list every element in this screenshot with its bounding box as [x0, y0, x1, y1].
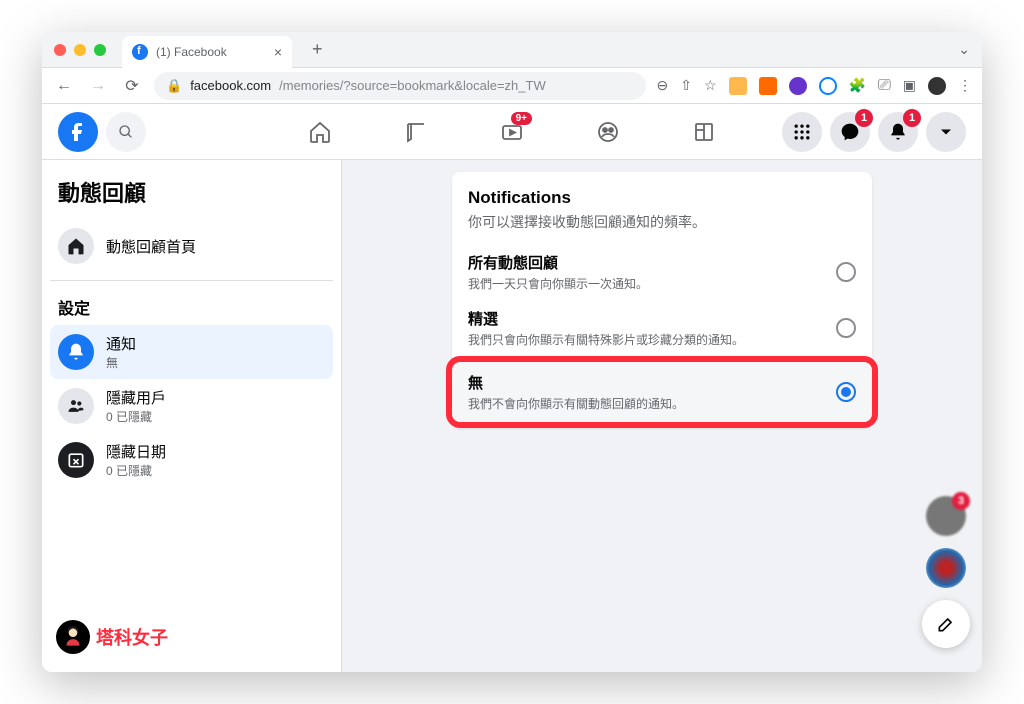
- option-desc: 我們不會向你顯示有關動態回顧的通知。: [468, 395, 824, 412]
- extension-icon[interactable]: [729, 77, 747, 95]
- star-icon[interactable]: ☆: [704, 77, 717, 94]
- fb-logo[interactable]: [58, 112, 98, 152]
- sidebar-title: 動態回顧: [50, 172, 333, 220]
- people-icon: [58, 388, 94, 424]
- calendar-x-icon: [58, 442, 94, 478]
- radio-indicator: [836, 318, 856, 338]
- badge: 1: [855, 109, 873, 127]
- extension-icon[interactable]: [819, 77, 837, 95]
- toolbar-icons: ⊖ ⇧ ☆ 🧩 ⎚ ▣ ⋮: [656, 77, 972, 95]
- option-title: 精選: [468, 308, 824, 329]
- content: 動態回顧 動態回顧首頁 設定 通知 無: [42, 160, 982, 672]
- watermark: 塔科女子: [56, 620, 168, 654]
- sidebar-item-label: 隱藏日期: [106, 441, 166, 462]
- sidebar-item-sublabel: 0 已隱藏: [106, 462, 166, 479]
- chat-head[interactable]: 3: [926, 496, 966, 536]
- close-window[interactable]: [54, 44, 66, 56]
- cast-icon[interactable]: ⎚: [878, 77, 891, 95]
- sidebar-item-label: 隱藏用戶: [106, 387, 166, 408]
- chat-head[interactable]: [926, 548, 966, 588]
- option-highlights[interactable]: 精選 我們只會向你顯示有關特殊影片或珍藏分類的通知。: [452, 300, 872, 356]
- maximize-window[interactable]: [94, 44, 106, 56]
- url-domain: facebook.com: [190, 78, 271, 93]
- tab-title: (1) Facebook: [156, 45, 227, 59]
- badge: 1: [903, 109, 921, 127]
- sidebar-item-sublabel: 無: [106, 354, 136, 371]
- nav-groups[interactable]: [564, 108, 652, 156]
- chat-dock: 3: [922, 496, 970, 648]
- tab-close-icon[interactable]: ×: [274, 44, 282, 60]
- fb-header: 9+ 1 1: [42, 104, 982, 160]
- watermark-text: 塔科女子: [96, 624, 168, 650]
- messenger-button[interactable]: 1: [830, 112, 870, 152]
- lock-icon: 🔒: [166, 78, 182, 94]
- sidebar-item-home[interactable]: 動態回顧首頁: [50, 220, 333, 272]
- notifications-button[interactable]: 1: [878, 112, 918, 152]
- share-icon[interactable]: ⇧: [680, 77, 692, 94]
- option-title: 無: [468, 372, 824, 393]
- new-message-button[interactable]: [922, 600, 970, 648]
- option-title: 所有動態回顧: [468, 252, 824, 273]
- chevron-down-icon[interactable]: ⌄: [958, 41, 970, 58]
- sidebar-item-sublabel: 0 已隱藏: [106, 408, 166, 425]
- nav-home[interactable]: [276, 108, 364, 156]
- notifications-panel: Notifications 你可以選擇接收動態回顧通知的頻率。 所有動態回顧 我…: [452, 172, 872, 428]
- panel-icon[interactable]: ▣: [903, 77, 916, 94]
- watermark-avatar: [56, 620, 90, 654]
- sidebar-item-hidden-people[interactable]: 隱藏用戶 0 已隱藏: [50, 379, 333, 433]
- bell-icon: [58, 334, 94, 370]
- favicon-icon: [132, 44, 148, 60]
- badge: 9+: [511, 112, 532, 125]
- badge: 3: [952, 492, 970, 510]
- account-button[interactable]: [926, 112, 966, 152]
- home-icon: [58, 228, 94, 264]
- panel-title: Notifications: [468, 188, 856, 208]
- menu-icon[interactable]: ⋮: [958, 77, 972, 94]
- sidebar: 動態回顧 動態回顧首頁 設定 通知 無: [42, 160, 342, 672]
- forward-button[interactable]: →: [86, 77, 110, 95]
- back-button[interactable]: ←: [52, 77, 76, 95]
- zoom-icon[interactable]: ⊖: [656, 77, 668, 94]
- option-none[interactable]: 無 我們不會向你顯示有關動態回顧的通知。: [452, 362, 872, 422]
- titlebar: (1) Facebook × + ⌄: [42, 32, 982, 68]
- minimize-window[interactable]: [74, 44, 86, 56]
- new-tab-button[interactable]: +: [312, 39, 323, 60]
- address-bar: ← → ⟳ 🔒 facebook.com/memories/?source=bo…: [42, 68, 982, 104]
- browser-tab[interactable]: (1) Facebook ×: [122, 36, 292, 68]
- browser-window: (1) Facebook × + ⌄ ← → ⟳ 🔒 facebook.com/…: [42, 32, 982, 672]
- top-nav: 9+: [276, 108, 748, 156]
- sidebar-section-heading: 設定: [50, 280, 333, 325]
- window-controls: [54, 44, 106, 56]
- option-all-memories[interactable]: 所有動態回顧 我們一天只會向你顯示一次通知。: [452, 244, 872, 300]
- menu-grid-button[interactable]: [782, 112, 822, 152]
- sidebar-item-hidden-dates[interactable]: 隱藏日期 0 已隱藏: [50, 433, 333, 487]
- sidebar-item-label: 動態回顧首頁: [106, 236, 196, 257]
- main-pane: Notifications 你可以選擇接收動態回顧通知的頻率。 所有動態回顧 我…: [342, 160, 982, 672]
- nav-pages[interactable]: [372, 108, 460, 156]
- sidebar-item-label: 通知: [106, 333, 136, 354]
- sidebar-item-notifications[interactable]: 通知 無: [50, 325, 333, 379]
- search-button[interactable]: [106, 112, 146, 152]
- highlighted-region: 無 我們不會向你顯示有關動態回顧的通知。: [446, 356, 878, 428]
- option-desc: 我們只會向你顯示有關特殊影片或珍藏分類的通知。: [468, 331, 824, 348]
- radio-indicator: [836, 382, 856, 402]
- nav-gaming[interactable]: [660, 108, 748, 156]
- extension-icon[interactable]: [759, 77, 777, 95]
- radio-indicator: [836, 262, 856, 282]
- extension-icon[interactable]: [789, 77, 807, 95]
- url-input[interactable]: 🔒 facebook.com/memories/?source=bookmark…: [154, 72, 646, 100]
- reload-button[interactable]: ⟳: [120, 76, 144, 96]
- option-desc: 我們一天只會向你顯示一次通知。: [468, 275, 824, 292]
- puzzle-icon[interactable]: 🧩: [849, 77, 866, 94]
- nav-watch[interactable]: 9+: [468, 108, 556, 156]
- url-path: /memories/?source=bookmark&locale=zh_TW: [279, 78, 546, 93]
- right-nav: 1 1: [782, 112, 966, 152]
- panel-description: 你可以選擇接收動態回顧通知的頻率。: [468, 212, 856, 232]
- profile-icon[interactable]: [928, 77, 946, 95]
